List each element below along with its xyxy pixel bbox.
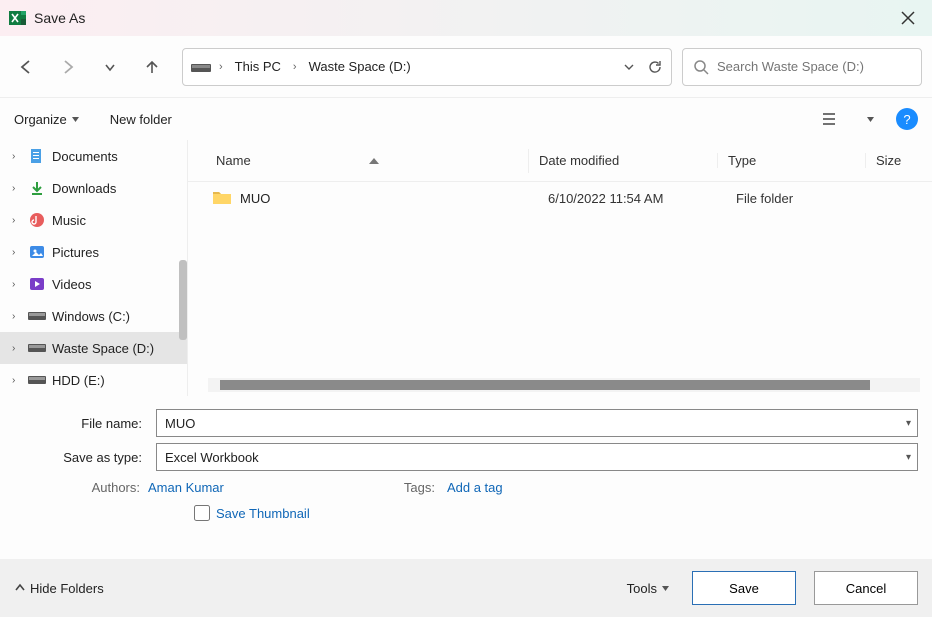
hide-folders-button[interactable]: Hide Folders	[14, 581, 104, 596]
column-date[interactable]: Date modified	[539, 153, 717, 168]
search-box[interactable]	[682, 48, 922, 86]
authors-label: Authors:	[14, 480, 148, 495]
column-name[interactable]: Name	[216, 153, 528, 168]
toolbar: Organize New folder ?	[0, 98, 932, 140]
chevron-right-icon[interactable]: ›	[12, 183, 22, 194]
saveastype-select[interactable]: Excel Workbook ▾	[156, 443, 918, 471]
horizontal-scrollbar[interactable]	[208, 378, 920, 392]
tree-item-drive-c[interactable]: › Windows (C:)	[0, 300, 187, 332]
title-bar: Save As	[0, 0, 932, 36]
music-icon	[28, 211, 46, 229]
refresh-button[interactable]	[647, 59, 663, 75]
chevron-down-icon[interactable]: ▾	[906, 452, 911, 463]
breadcrumb-location[interactable]: Waste Space (D:)	[305, 57, 415, 76]
address-bar[interactable]: › This PC › Waste Space (D:)	[182, 48, 672, 86]
column-type[interactable]: Type	[717, 153, 865, 168]
tree-item-drive-e[interactable]: › HDD (E:)	[0, 364, 187, 396]
chevron-down-icon[interactable]: ▾	[906, 418, 911, 429]
chevron-right-icon[interactable]: ›	[12, 343, 22, 354]
file-rows: MUO 6/10/2022 11:54 AM File folder	[188, 182, 932, 374]
up-button[interactable]	[136, 51, 168, 83]
tags-value[interactable]: Add a tag	[447, 480, 503, 495]
column-size[interactable]: Size	[865, 153, 901, 168]
view-options-button[interactable]	[820, 107, 844, 131]
file-form: File name: MUO ▾ Save as type: Excel Wor…	[0, 396, 932, 533]
footer-bar: Hide Folders Tools Save Cancel	[0, 559, 932, 617]
tree-item-downloads[interactable]: › Downloads	[0, 172, 187, 204]
chevron-right-icon[interactable]: ›	[219, 61, 223, 73]
tree-item-pictures[interactable]: › Pictures	[0, 236, 187, 268]
recent-locations-button[interactable]	[94, 51, 126, 83]
new-folder-button[interactable]: New folder	[110, 112, 172, 127]
organize-button[interactable]: Organize	[14, 112, 80, 127]
saveastype-label: Save as type:	[14, 450, 148, 465]
drive-icon	[28, 339, 46, 357]
excel-icon	[8, 8, 28, 28]
file-list-area: Name Date modified Type Size MUO 6/10/20…	[188, 140, 932, 396]
downloads-icon	[28, 179, 46, 197]
drive-icon	[28, 371, 46, 389]
videos-icon	[28, 275, 46, 293]
cancel-button[interactable]: Cancel	[814, 571, 918, 605]
drive-icon	[28, 307, 46, 325]
search-icon	[693, 59, 709, 75]
drive-icon	[191, 60, 211, 74]
tools-button[interactable]: Tools	[627, 581, 670, 596]
breadcrumb-this-pc[interactable]: This PC	[231, 57, 285, 76]
column-headers: Name Date modified Type Size	[188, 140, 932, 182]
back-button[interactable]	[10, 51, 42, 83]
chevron-right-icon[interactable]: ›	[12, 151, 22, 162]
chevron-right-icon[interactable]: ›	[293, 61, 297, 73]
chevron-right-icon[interactable]: ›	[12, 279, 22, 290]
tree-scrollbar[interactable]	[179, 260, 187, 340]
file-date: 6/10/2022 11:54 AM	[548, 191, 726, 206]
navigation-bar: › This PC › Waste Space (D:)	[0, 36, 932, 98]
main-area: › Documents › Downloads › Music › Pictur…	[0, 140, 932, 396]
chevron-right-icon[interactable]: ›	[12, 311, 22, 322]
file-name: MUO	[240, 191, 548, 206]
chevron-right-icon[interactable]: ›	[12, 375, 22, 386]
folder-icon	[212, 189, 232, 207]
save-button[interactable]: Save	[692, 571, 796, 605]
navigation-tree[interactable]: › Documents › Downloads › Music › Pictur…	[0, 140, 188, 396]
sort-ascending-icon	[369, 158, 379, 164]
chevron-right-icon[interactable]: ›	[12, 247, 22, 258]
filename-label: File name:	[14, 416, 148, 431]
tags-label: Tags:	[404, 480, 447, 495]
tree-item-music[interactable]: › Music	[0, 204, 187, 236]
filename-input[interactable]: MUO ▾	[156, 409, 918, 437]
chevron-right-icon[interactable]: ›	[12, 215, 22, 226]
window-title: Save As	[34, 10, 85, 26]
help-button[interactable]: ?	[896, 108, 918, 130]
close-button[interactable]	[892, 2, 924, 34]
search-input[interactable]	[717, 59, 911, 74]
documents-icon	[28, 147, 46, 165]
file-row[interactable]: MUO 6/10/2022 11:54 AM File folder	[188, 182, 932, 214]
view-dropdown-button[interactable]	[858, 107, 882, 131]
file-type: File folder	[726, 191, 874, 206]
forward-button[interactable]	[52, 51, 84, 83]
save-thumbnail-label[interactable]: Save Thumbnail	[216, 506, 310, 521]
authors-value[interactable]: Aman Kumar	[148, 480, 224, 495]
tree-item-documents[interactable]: › Documents	[0, 140, 187, 172]
pictures-icon	[28, 243, 46, 261]
address-dropdown-button[interactable]	[623, 61, 635, 73]
tree-item-drive-d[interactable]: › Waste Space (D:)	[0, 332, 187, 364]
save-thumbnail-checkbox[interactable]	[194, 505, 210, 521]
tree-item-videos[interactable]: › Videos	[0, 268, 187, 300]
